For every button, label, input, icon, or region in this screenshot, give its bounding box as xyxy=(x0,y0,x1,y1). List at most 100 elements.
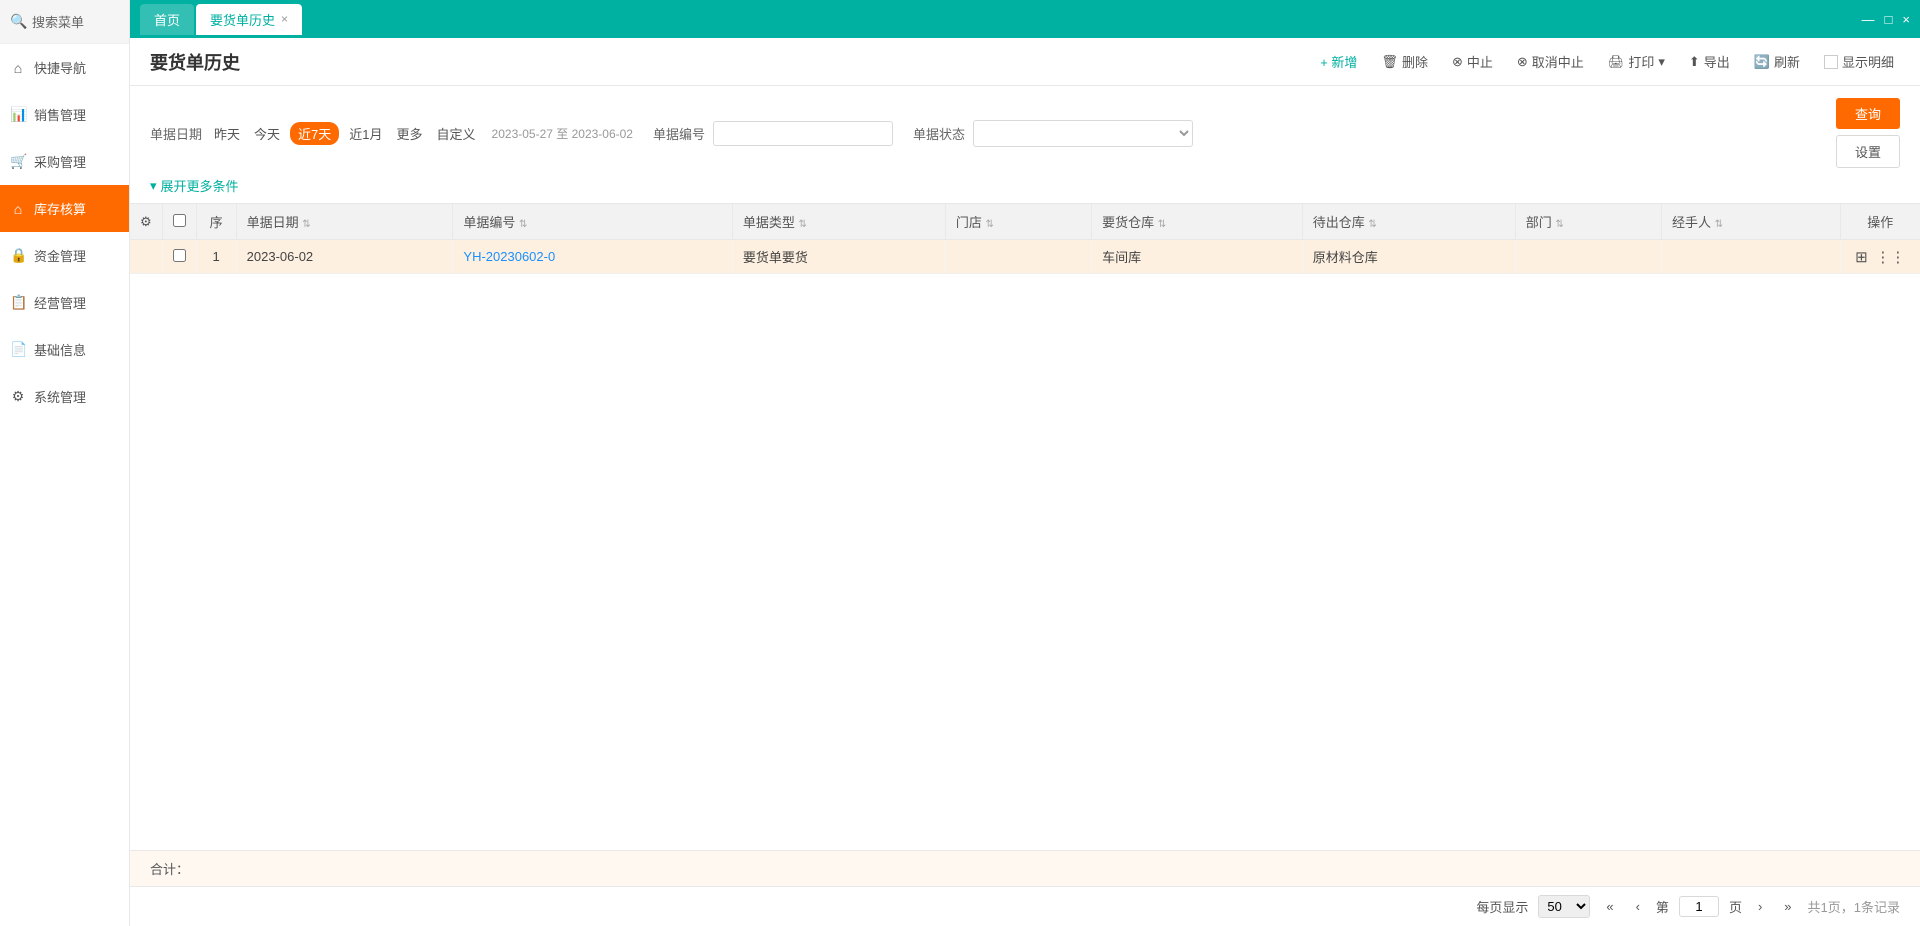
prev-page-button[interactable]: ‹ xyxy=(1630,897,1646,916)
per-page-label: 每页显示 xyxy=(1476,897,1528,916)
td-date: 2023-06-02 xyxy=(236,240,453,274)
expand-arrow-icon: ▾ xyxy=(150,178,157,194)
add-label: + 新增 xyxy=(1320,52,1357,71)
sidebar-search[interactable]: 🔍 搜索菜单 xyxy=(0,0,129,44)
sort-type-icon[interactable]: ⇅ xyxy=(798,219,806,230)
sidebar-item-purchase[interactable]: 🛒 采购管理 xyxy=(0,138,129,185)
doc-number-input[interactable] xyxy=(713,121,893,146)
status-filter-group: 单据状态 xyxy=(913,120,1193,147)
sort-store-icon[interactable]: ⇅ xyxy=(986,219,994,230)
next-page-button[interactable]: › xyxy=(1752,897,1768,916)
stop-button[interactable]: ⊗ 中止 xyxy=(1446,48,1499,75)
sidebar-item-finance[interactable]: 🔒 资金管理 xyxy=(0,232,129,279)
doc-number-label: 单据编号 xyxy=(653,124,705,143)
footer-total-label: 合计： xyxy=(150,862,189,877)
restore-button[interactable]: □ xyxy=(1885,12,1893,27)
sidebar-item-label: 库存核算 xyxy=(34,199,86,218)
minimize-button[interactable]: — xyxy=(1862,12,1875,27)
more-op-icon[interactable]: ⋮⋮ xyxy=(1875,249,1905,266)
expand-more-button[interactable]: ▾ 展开更多条件 xyxy=(150,176,1900,195)
td-pending-warehouse: 原材料仓库 xyxy=(1302,240,1515,274)
print-icon: 🖨 xyxy=(1608,54,1625,70)
date-opt-more[interactable]: 更多 xyxy=(393,122,427,145)
page-input[interactable] xyxy=(1679,896,1719,917)
cancel-stop-button[interactable]: ⊗ 取消中止 xyxy=(1511,48,1590,75)
th-operations: 操作 xyxy=(1840,204,1920,240)
status-label: 单据状态 xyxy=(913,124,965,143)
sort-pending-warehouse-icon[interactable]: ⇅ xyxy=(1368,219,1376,230)
add-button[interactable]: + 新增 xyxy=(1314,48,1363,75)
th-num: 序 xyxy=(196,204,236,240)
per-page-select[interactable]: 50 100 200 xyxy=(1538,895,1590,918)
sort-date-icon[interactable]: ⇅ xyxy=(302,219,310,230)
date-opt-yesterday[interactable]: 昨天 xyxy=(210,122,244,145)
export-button[interactable]: ⬆ 导出 xyxy=(1683,48,1736,75)
query-button[interactable]: 查询 xyxy=(1836,98,1900,129)
page-header: 要货单历史 + 新增 🗑 删除 ⊗ 中止 ⊗ 取消中止 xyxy=(130,38,1920,86)
sidebar-item-sales[interactable]: 📊 销售管理 xyxy=(0,91,129,138)
sidebar-item-basic-info[interactable]: 📄 基础信息 xyxy=(0,326,129,373)
tab-active[interactable]: 要货单历史 × xyxy=(196,4,302,35)
td-handler xyxy=(1662,240,1841,274)
sidebar: 🔍 搜索菜单 ⌂ 快捷导航 📊 销售管理 🛒 采购管理 ⌂ 库存核算 🔒 资金管… xyxy=(0,0,130,926)
print-arrow-icon: ▾ xyxy=(1658,54,1665,70)
sort-department-icon[interactable]: ⇅ xyxy=(1555,219,1563,230)
row-doc-number-link[interactable]: YH-20230602-0 xyxy=(463,249,555,264)
row-date: 2023-06-02 xyxy=(247,249,314,264)
close-button[interactable]: × xyxy=(1902,12,1910,27)
th-date-label: 单据日期 xyxy=(247,215,299,230)
column-settings-icon[interactable]: ⚙ xyxy=(140,214,152,229)
row-checkbox[interactable] xyxy=(173,249,186,262)
toolbar: + 新增 🗑 删除 ⊗ 中止 ⊗ 取消中止 🖨 xyxy=(1314,48,1900,75)
th-req-warehouse: 要货仓库 ⇅ xyxy=(1092,204,1303,240)
row-pending-warehouse: 原材料仓库 xyxy=(1313,250,1378,265)
delete-label: 删除 xyxy=(1402,52,1428,71)
cancel-stop-label: 取消中止 xyxy=(1532,52,1584,71)
refresh-button[interactable]: 🔄 刷新 xyxy=(1748,48,1806,75)
select-all-checkbox[interactable] xyxy=(173,214,186,227)
date-opt-1month[interactable]: 近1月 xyxy=(345,122,386,145)
filter-bar: 单据日期 昨天 今天 近7天 近1月 更多 自定义 2023-05-27 至 2… xyxy=(130,86,1920,204)
display-detail-button[interactable]: 显示明细 xyxy=(1818,48,1900,75)
stop-icon: ⊗ xyxy=(1452,54,1463,70)
page-total-info: 共1页，1条记录 xyxy=(1808,897,1900,916)
th-settings[interactable]: ⚙ xyxy=(130,204,162,240)
row-number: 1 xyxy=(213,249,220,264)
view-op-icon[interactable]: ⊞ xyxy=(1855,249,1868,266)
th-pending-warehouse-label: 待出仓库 xyxy=(1313,215,1365,230)
th-type: 单据类型 ⇅ xyxy=(732,204,945,240)
first-page-button[interactable]: « xyxy=(1600,897,1619,916)
print-label: 打印 xyxy=(1628,52,1654,71)
th-pending-warehouse: 待出仓库 ⇅ xyxy=(1302,204,1515,240)
delete-button[interactable]: 🗑 删除 xyxy=(1375,48,1434,75)
sidebar-item-label: 资金管理 xyxy=(34,246,86,265)
sidebar-item-inventory[interactable]: ⌂ 库存核算 xyxy=(0,185,129,232)
td-req-warehouse: 车间库 xyxy=(1092,240,1303,274)
sidebar-item-operations[interactable]: 📋 经营管理 xyxy=(0,279,129,326)
sidebar-item-system[interactable]: ⚙ 系统管理 xyxy=(0,373,129,420)
tab-home[interactable]: 首页 xyxy=(140,4,194,35)
filter-row-1: 单据日期 昨天 今天 近7天 近1月 更多 自定义 2023-05-27 至 2… xyxy=(150,98,1900,168)
status-select[interactable] xyxy=(973,120,1193,147)
operations-icon: 📋 xyxy=(10,294,26,311)
stop-label: 中止 xyxy=(1467,52,1493,71)
settings-button[interactable]: 设置 xyxy=(1836,135,1900,168)
sort-req-warehouse-icon[interactable]: ⇅ xyxy=(1158,219,1166,230)
sidebar-item-label: 系统管理 xyxy=(34,387,86,406)
sort-handler-icon[interactable]: ⇅ xyxy=(1715,219,1723,230)
sidebar-item-label: 快捷导航 xyxy=(34,58,86,77)
sort-number-icon[interactable]: ⇅ xyxy=(519,219,527,230)
inventory-icon: ⌂ xyxy=(10,201,26,217)
data-table: ⚙ 序 单据日期 ⇅ 单据编号 xyxy=(130,204,1920,274)
date-opt-custom[interactable]: 自定义 xyxy=(433,122,480,145)
last-page-button[interactable]: » xyxy=(1778,897,1797,916)
date-opt-today[interactable]: 今天 xyxy=(250,122,284,145)
td-operations: ⊞ ⋮⋮ xyxy=(1840,240,1920,274)
row-req-warehouse: 车间库 xyxy=(1102,250,1141,265)
page-suffix: 页 xyxy=(1729,897,1742,916)
tab-close-icon[interactable]: × xyxy=(281,12,288,26)
date-opt-7days[interactable]: 近7天 xyxy=(290,122,339,145)
sidebar-item-quick-nav[interactable]: ⌂ 快捷导航 xyxy=(0,44,129,91)
print-button[interactable]: 🖨 打印 ▾ xyxy=(1602,48,1671,75)
display-checkbox[interactable] xyxy=(1824,55,1838,69)
